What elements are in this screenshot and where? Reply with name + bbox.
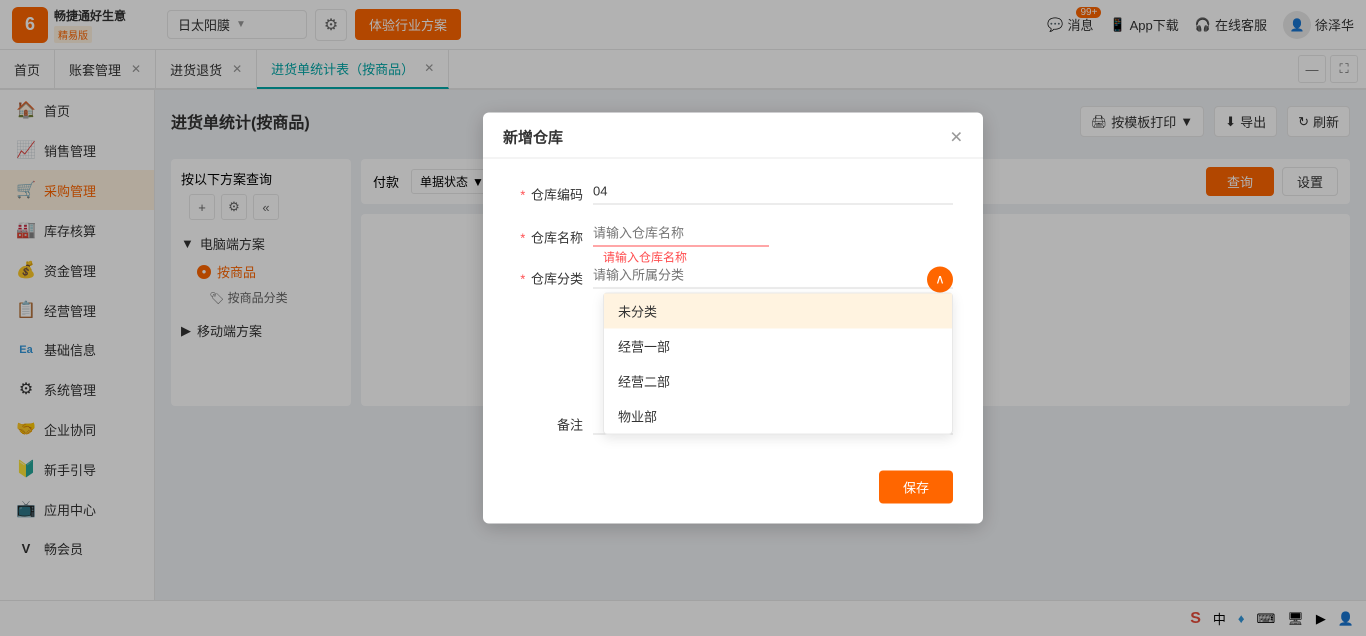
code-field-row: * 仓库编码	[513, 179, 953, 205]
category-toggle-button[interactable]: ∧	[927, 267, 953, 293]
modal-title: 新增仓库	[503, 127, 563, 148]
code-input[interactable]	[593, 179, 953, 205]
dropdown-item-dept1[interactable]: 经营一部	[604, 329, 952, 364]
category-select-wrap: ∧	[593, 263, 953, 289]
category-dropdown: 未分类 经营一部 经营二部 物业部	[603, 293, 953, 435]
category-label: * 仓库分类	[513, 263, 593, 288]
code-required: *	[520, 188, 525, 203]
modal-header: 新增仓库 ✕	[483, 113, 983, 159]
category-field-row: * 仓库分类 ∧ 未分类 经营一部 经营二部 物业部	[513, 263, 953, 289]
modal-footer: 保存	[483, 471, 983, 504]
name-label: * 仓库名称	[513, 221, 593, 246]
modal-close-button[interactable]: ✕	[950, 127, 963, 147]
name-input[interactable]	[593, 221, 769, 247]
category-required: *	[520, 272, 525, 287]
save-button[interactable]: 保存	[879, 471, 953, 504]
name-required: *	[520, 230, 525, 245]
name-field-row: * 仓库名称 请输入仓库名称	[513, 221, 953, 247]
modal-body: * 仓库编码 * 仓库名称 请输入仓库名称 * 仓库分类	[483, 159, 983, 471]
notes-label: 备注	[513, 409, 593, 434]
dropdown-item-unclassified[interactable]: 未分类	[604, 294, 952, 329]
dropdown-item-dept2[interactable]: 经营二部	[604, 364, 952, 399]
new-warehouse-modal: 新增仓库 ✕ * 仓库编码 * 仓库名称 请输入仓库名称	[483, 113, 983, 524]
code-label: * 仓库编码	[513, 179, 593, 204]
category-input[interactable]	[593, 263, 953, 289]
dropdown-item-property[interactable]: 物业部	[604, 399, 952, 434]
